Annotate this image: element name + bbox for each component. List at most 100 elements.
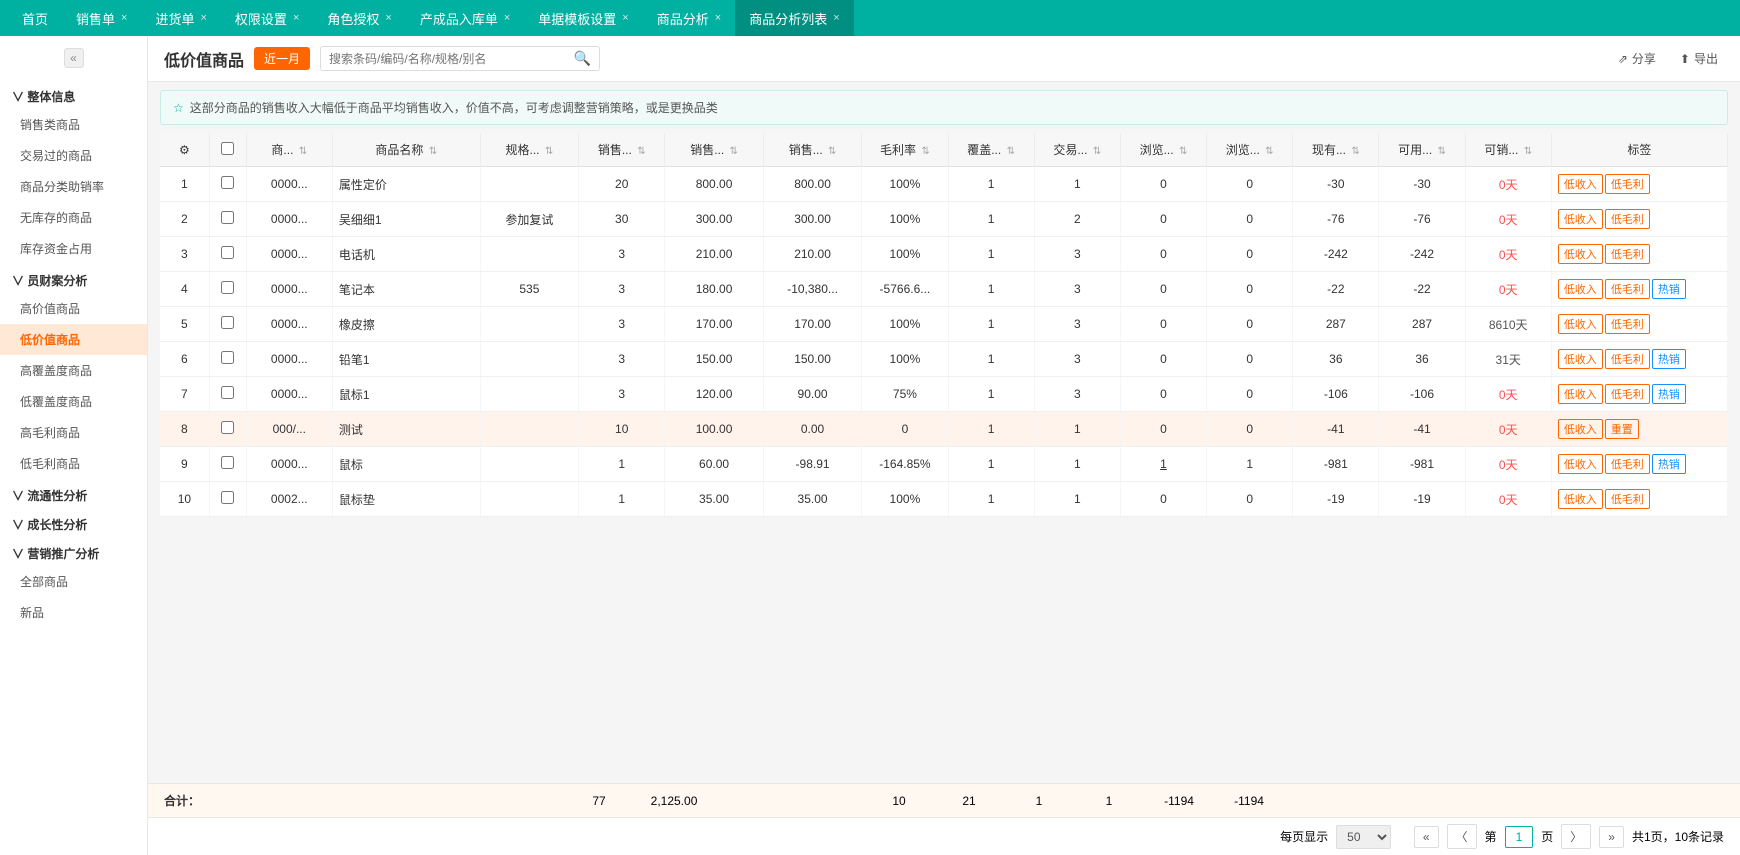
- nav-role[interactable]: 角色授权 ×: [313, 0, 405, 36]
- row-checkbox-cell[interactable]: [209, 307, 246, 342]
- row-checkbox-cell[interactable]: [209, 342, 246, 377]
- sidebar-item-low-coverage[interactable]: 低覆盖度商品: [0, 386, 147, 417]
- sidebar-group-circulation[interactable]: ∨ 流通性分析: [0, 479, 147, 508]
- row-checkbox[interactable]: [221, 316, 234, 329]
- sidebar-item-high-coverage[interactable]: 高覆盖度商品: [0, 355, 147, 386]
- sidebar-item-category-assist[interactable]: 商品分类助销率: [0, 171, 147, 202]
- row-checkbox[interactable]: [221, 421, 234, 434]
- row-coverage: 1: [948, 447, 1034, 482]
- nav-permission[interactable]: 权限设置 ×: [221, 0, 313, 36]
- share-btn[interactable]: ⇗ 分享: [1612, 47, 1662, 70]
- table-container[interactable]: ⚙ 商... ⇅ 商品名称 ⇅ 规格... ⇅ 销售... ⇅ 销售... ⇅ …: [160, 133, 1728, 783]
- th-code[interactable]: 商... ⇅: [246, 133, 332, 167]
- sidebar-item-sales-products[interactable]: 销售类商品: [0, 109, 147, 140]
- row-stock: -76: [1293, 202, 1379, 237]
- sidebar-item-all-products[interactable]: 全部商品: [0, 566, 147, 597]
- row-checkbox-cell[interactable]: [209, 482, 246, 517]
- row-spec: 参加复试: [480, 202, 579, 237]
- browse-link[interactable]: 1: [1160, 457, 1167, 471]
- sidebar-item-no-stock[interactable]: 无库存的商品: [0, 202, 147, 233]
- sidebar-group-overall[interactable]: ∨ 整体信息: [0, 80, 147, 109]
- sidebar-item-low-profit[interactable]: 低毛利商品: [0, 448, 147, 479]
- th-browse2[interactable]: 浏览... ⇅: [1207, 133, 1293, 167]
- close-permission[interactable]: ×: [293, 12, 299, 24]
- th-coverage[interactable]: 覆盖... ⇅: [948, 133, 1034, 167]
- row-checkbox[interactable]: [221, 176, 234, 189]
- row-checkbox[interactable]: [221, 386, 234, 399]
- sidebar-collapse-btn[interactable]: «: [64, 48, 84, 68]
- settings-icon[interactable]: ⚙: [179, 143, 190, 157]
- nav-product-analysis-list[interactable]: 商品分析列表 ×: [735, 0, 853, 36]
- select-all-checkbox[interactable]: [221, 142, 234, 155]
- row-checkbox[interactable]: [221, 281, 234, 294]
- close-product-analysis[interactable]: ×: [715, 12, 721, 24]
- row-avail: 287: [1379, 307, 1465, 342]
- row-sellable: 8610天: [1465, 307, 1551, 342]
- row-checkbox-cell[interactable]: [209, 202, 246, 237]
- th-sellable[interactable]: 可销... ⇅: [1465, 133, 1551, 167]
- nav-product-analysis[interactable]: 商品分析 ×: [643, 0, 735, 36]
- row-rate: 100%: [862, 202, 948, 237]
- th-avail[interactable]: 可用... ⇅: [1379, 133, 1465, 167]
- close-template[interactable]: ×: [622, 12, 628, 24]
- nav-sales[interactable]: 销售单 ×: [62, 0, 141, 36]
- table-row: 1 0000... 属性定价 20 800.00 800.00 100% 1 1…: [160, 167, 1728, 202]
- th-trade[interactable]: 交易... ⇅: [1034, 133, 1120, 167]
- th-sales2[interactable]: 销售... ⇅: [665, 133, 764, 167]
- row-checkbox-cell[interactable]: [209, 272, 246, 307]
- th-stock[interactable]: 现有... ⇅: [1293, 133, 1379, 167]
- filter-recent-month-btn[interactable]: 近一月: [254, 47, 310, 70]
- nav-home[interactable]: 首页: [8, 0, 62, 36]
- close-purchase[interactable]: ×: [200, 12, 206, 24]
- sidebar-item-high-profit[interactable]: 高毛利商品: [0, 417, 147, 448]
- row-spec: [480, 412, 579, 447]
- last-page-btn[interactable]: »: [1599, 826, 1624, 848]
- row-checkbox[interactable]: [221, 351, 234, 364]
- sidebar-item-low-value[interactable]: 低价值商品: [0, 324, 147, 355]
- next-page-btn[interactable]: 〉: [1561, 824, 1591, 849]
- row-checkbox[interactable]: [221, 491, 234, 504]
- search-box: 🔍: [320, 46, 600, 71]
- row-checkbox[interactable]: [221, 456, 234, 469]
- row-checkbox-cell[interactable]: [209, 377, 246, 412]
- tag: 低毛利: [1605, 174, 1650, 194]
- row-checkbox[interactable]: [221, 246, 234, 259]
- sidebar-group-marketing[interactable]: ∨ 营销推广分析: [0, 537, 147, 566]
- row-trade: 2: [1034, 202, 1120, 237]
- row-avail: -242: [1379, 237, 1465, 272]
- per-page-select[interactable]: 50 100 200: [1336, 825, 1391, 849]
- table-row: 4 0000... 笔记本 535 3 180.00 -10,380... -5…: [160, 272, 1728, 307]
- th-spec[interactable]: 规格... ⇅: [480, 133, 579, 167]
- close-product-analysis-list[interactable]: ×: [833, 12, 839, 24]
- row-checkbox-cell[interactable]: [209, 237, 246, 272]
- row-stock: -981: [1293, 447, 1379, 482]
- row-checkbox-cell[interactable]: [209, 412, 246, 447]
- table-header-row: ⚙ 商... ⇅ 商品名称 ⇅ 规格... ⇅ 销售... ⇅ 销售... ⇅ …: [160, 133, 1728, 167]
- nav-template[interactable]: 单据模板设置 ×: [524, 0, 642, 36]
- sidebar-item-high-value[interactable]: 高价值商品: [0, 293, 147, 324]
- search-input[interactable]: [329, 52, 574, 66]
- th-browse1[interactable]: 浏览... ⇅: [1120, 133, 1206, 167]
- first-page-btn[interactable]: «: [1414, 826, 1439, 848]
- export-btn[interactable]: ⬆ 导出: [1674, 47, 1724, 70]
- th-sales3[interactable]: 销售... ⇅: [763, 133, 862, 167]
- close-product-stock[interactable]: ×: [504, 12, 510, 24]
- th-gross-rate[interactable]: 毛利率 ⇅: [862, 133, 948, 167]
- row-checkbox-cell[interactable]: [209, 447, 246, 482]
- sidebar-item-stock-capital[interactable]: 库存资金占用: [0, 233, 147, 264]
- sidebar-group-value[interactable]: ∨ 员财案分析: [0, 264, 147, 293]
- nav-product-stock[interactable]: 产成品入库单 ×: [406, 0, 524, 36]
- search-icon[interactable]: 🔍: [574, 50, 591, 67]
- close-sales[interactable]: ×: [121, 12, 127, 24]
- row-checkbox[interactable]: [221, 211, 234, 224]
- th-sales1[interactable]: 销售... ⇅: [579, 133, 665, 167]
- sidebar-item-traded-products[interactable]: 交易过的商品: [0, 140, 147, 171]
- nav-purchase[interactable]: 进货单 ×: [141, 0, 220, 36]
- sidebar-item-new-products[interactable]: 新品: [0, 597, 147, 628]
- close-role[interactable]: ×: [385, 12, 391, 24]
- th-settings[interactable]: ⚙: [160, 133, 209, 167]
- row-checkbox-cell[interactable]: [209, 167, 246, 202]
- prev-page-btn[interactable]: 〈: [1447, 824, 1477, 849]
- sidebar-group-growth[interactable]: ∨ 成长性分析: [0, 508, 147, 537]
- th-name[interactable]: 商品名称 ⇅: [332, 133, 480, 167]
